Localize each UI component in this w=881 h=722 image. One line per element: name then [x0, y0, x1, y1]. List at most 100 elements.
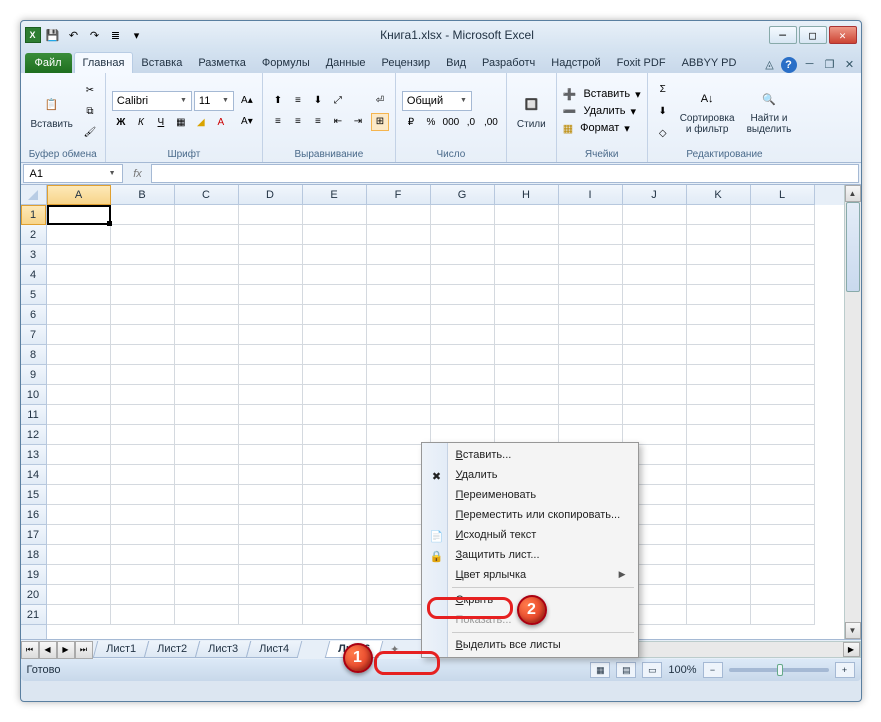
cell[interactable] [751, 445, 815, 465]
cell[interactable] [303, 425, 367, 445]
column-header[interactable]: I [559, 185, 623, 205]
cell[interactable] [303, 525, 367, 545]
scroll-up-icon[interactable]: ▲ [845, 185, 861, 202]
cell[interactable] [111, 245, 175, 265]
indent-dec-icon[interactable]: ⇤ [329, 113, 347, 131]
tab-formulas[interactable]: Формулы [254, 53, 318, 73]
cell[interactable] [47, 565, 111, 585]
cell[interactable] [687, 525, 751, 545]
orientation-icon[interactable]: ⤢ [329, 92, 347, 110]
styles-button[interactable]: 🔲 Стили [513, 91, 550, 132]
cell[interactable] [495, 345, 559, 365]
cell[interactable] [431, 265, 495, 285]
cell[interactable] [175, 505, 239, 525]
cell[interactable] [47, 365, 111, 385]
cell[interactable] [47, 305, 111, 325]
cell[interactable] [175, 285, 239, 305]
row-header[interactable]: 20 [21, 585, 46, 605]
cell[interactable] [367, 345, 431, 365]
doc-close-icon[interactable]: ✕ [841, 55, 859, 73]
cell[interactable] [175, 405, 239, 425]
inc-decimal-icon[interactable]: ,0 [462, 114, 480, 132]
doc-minimize-icon[interactable]: ─ [801, 55, 819, 73]
cell[interactable] [111, 605, 175, 625]
sheet-nav-next-icon[interactable]: ▶ [57, 641, 75, 659]
row-header[interactable]: 13 [21, 445, 46, 465]
row-header[interactable]: 4 [21, 265, 46, 285]
cell[interactable] [751, 225, 815, 245]
underline-button[interactable]: Ч [152, 114, 170, 132]
qat-undo-icon[interactable]: ↶ [65, 26, 83, 44]
fill-color-icon[interactable]: ◢ [192, 114, 210, 132]
context-menu-item[interactable]: Переместить или скопировать... [424, 505, 636, 525]
cell[interactable] [111, 345, 175, 365]
cell[interactable] [367, 225, 431, 245]
cell[interactable] [367, 285, 431, 305]
tab-insert[interactable]: Вставка [133, 53, 190, 73]
row-header[interactable]: 7 [21, 325, 46, 345]
sheet-nav-first-icon[interactable]: ⏮ [21, 641, 39, 659]
cell[interactable] [431, 345, 495, 365]
cell[interactable] [751, 265, 815, 285]
sheet-tab[interactable]: Лист2 [143, 641, 200, 658]
format-painter-icon[interactable]: 🖌 [81, 123, 99, 141]
cell[interactable] [47, 505, 111, 525]
tab-view[interactable]: Вид [438, 53, 474, 73]
cell[interactable] [751, 545, 815, 565]
cell[interactable] [303, 505, 367, 525]
cell[interactable] [239, 585, 303, 605]
cell[interactable] [111, 225, 175, 245]
sheet-nav-last-icon[interactable]: ⏭ [75, 641, 93, 659]
shrink-font-icon[interactable]: A▾ [238, 113, 256, 131]
sort-filter-button[interactable]: A↓ Сортировка и фильтр [676, 85, 739, 137]
cell[interactable] [239, 305, 303, 325]
cell[interactable] [559, 265, 623, 285]
context-menu-item[interactable]: Вставить... [424, 445, 636, 465]
column-header[interactable]: K [687, 185, 751, 205]
name-box[interactable]: A1▼ [23, 164, 123, 183]
cell[interactable] [303, 545, 367, 565]
row-header[interactable]: 12 [21, 425, 46, 445]
cell[interactable] [303, 345, 367, 365]
zoom-knob[interactable] [777, 664, 783, 676]
cell[interactable] [559, 205, 623, 225]
tab-foxit[interactable]: Foxit PDF [609, 53, 674, 73]
cell[interactable] [495, 305, 559, 325]
cell[interactable] [303, 265, 367, 285]
formula-bar[interactable] [151, 164, 859, 183]
cell[interactable] [623, 245, 687, 265]
cell[interactable] [367, 325, 431, 345]
row-header[interactable]: 1 [21, 205, 46, 225]
fx-icon[interactable]: fx [129, 165, 147, 183]
cell[interactable] [751, 365, 815, 385]
cell[interactable] [47, 345, 111, 365]
cell[interactable] [751, 425, 815, 445]
cell[interactable] [303, 445, 367, 465]
align-right-icon[interactable]: ≡ [309, 113, 327, 131]
cell[interactable] [687, 385, 751, 405]
cell[interactable] [687, 325, 751, 345]
cell[interactable] [431, 405, 495, 425]
cell[interactable] [751, 285, 815, 305]
cell[interactable] [239, 385, 303, 405]
column-header[interactable]: F [367, 185, 431, 205]
row-header[interactable]: 2 [21, 225, 46, 245]
cell[interactable] [239, 285, 303, 305]
tab-abbyy[interactable]: ABBYY PD [674, 53, 745, 73]
cell[interactable] [623, 385, 687, 405]
close-button[interactable]: ✕ [829, 26, 857, 44]
cell[interactable] [751, 385, 815, 405]
cell[interactable] [47, 285, 111, 305]
cell[interactable] [623, 325, 687, 345]
tab-review[interactable]: Рецензир [373, 53, 438, 73]
minimize-button[interactable]: ─ [769, 26, 797, 44]
cell[interactable] [751, 465, 815, 485]
cell[interactable] [623, 265, 687, 285]
cell[interactable] [175, 265, 239, 285]
row-header[interactable]: 18 [21, 545, 46, 565]
cell[interactable] [303, 285, 367, 305]
number-format-select[interactable]: Общий▼ [402, 91, 472, 111]
cell[interactable] [687, 365, 751, 385]
row-header[interactable]: 17 [21, 525, 46, 545]
cell[interactable] [431, 325, 495, 345]
